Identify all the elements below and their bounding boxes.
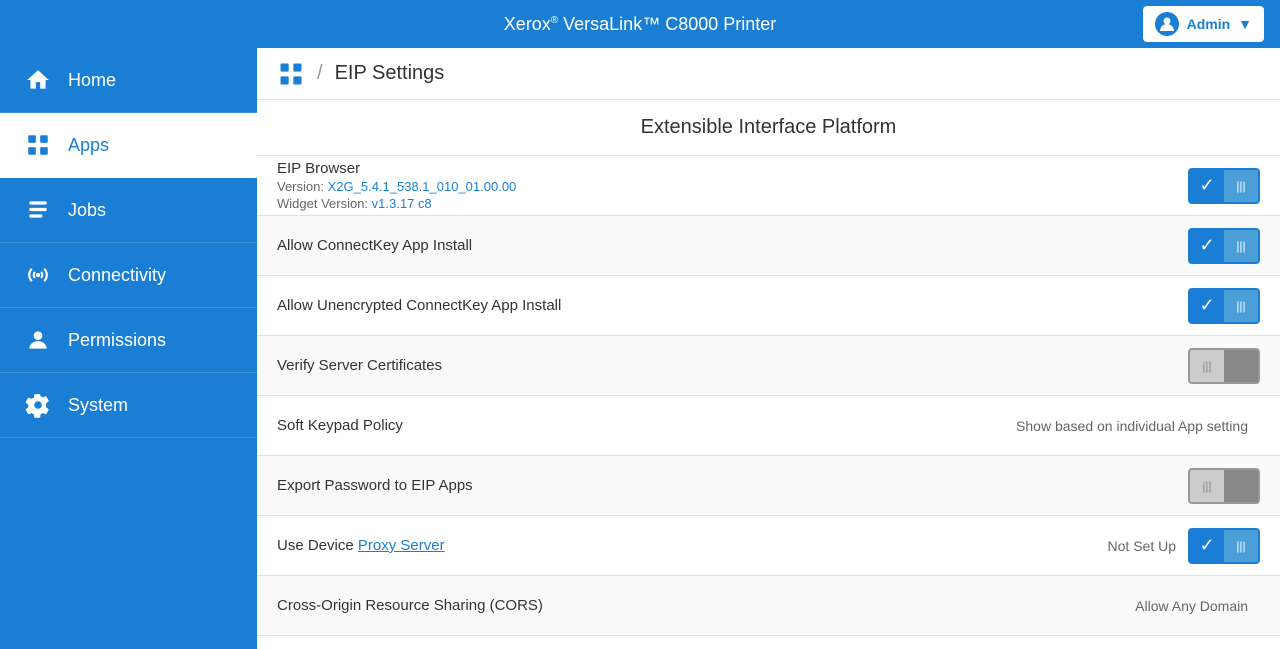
proxy-server-link[interactable]: Proxy Server (358, 537, 445, 554)
chevron-down-icon: ▼ (1238, 16, 1252, 32)
sidebar-label-jobs: Jobs (68, 200, 106, 221)
sidebar-label-permissions: Permissions (68, 330, 166, 351)
setting-row-allow-connectkey: Allow ConnectKey App Install ✓ ||| (257, 216, 1280, 276)
allow-connectkey-label: Allow ConnectKey App Install (277, 237, 1188, 254)
setting-row-export-password: Export Password to EIP Apps ||| (257, 456, 1280, 516)
allow-unencrypted-toggle[interactable]: ✓ ||| (1188, 288, 1260, 324)
sidebar-item-permissions[interactable]: Permissions (0, 308, 257, 373)
sidebar-label-home: Home (68, 70, 116, 91)
setting-row-cors: Cross-Origin Resource Sharing (CORS) All… (257, 576, 1280, 636)
cors-label: Cross-Origin Resource Sharing (CORS) (277, 597, 1135, 614)
verify-server-toggle[interactable]: ||| (1188, 348, 1260, 384)
breadcrumb-separator: / (317, 62, 323, 85)
allow-unencrypted-label: Allow Unencrypted ConnectKey App Install (277, 297, 1188, 314)
permissions-icon (24, 326, 52, 354)
export-password-toggle[interactable]: ||| (1188, 468, 1260, 504)
admin-label: Admin (1187, 16, 1231, 32)
system-icon (24, 391, 52, 419)
connectivity-icon (24, 261, 52, 289)
eip-browser-label: EIP Browser Version: X2G_5.4.1_538.1_010… (277, 160, 1188, 211)
sidebar-label-apps: Apps (68, 135, 109, 156)
export-password-label: Export Password to EIP Apps (277, 477, 1188, 494)
jobs-icon (24, 196, 52, 224)
admin-button[interactable]: Admin ▼ (1143, 6, 1264, 42)
verify-server-label: Verify Server Certificates (277, 357, 1188, 374)
settings-list: EIP Browser Version: X2G_5.4.1_538.1_010… (257, 156, 1280, 649)
setting-row-soft-keypad: Soft Keypad Policy Show based on individ… (257, 396, 1280, 456)
allow-connectkey-toggle[interactable]: ✓ ||| (1188, 228, 1260, 264)
sidebar-item-connectivity[interactable]: Connectivity (0, 243, 257, 308)
proxy-server-info: Not Set Up (1108, 538, 1176, 554)
soft-keypad-label: Soft Keypad Policy (277, 417, 1016, 434)
main-content: / EIP Settings Extensible Interface Plat… (257, 48, 1280, 649)
breadcrumb-title: EIP Settings (335, 62, 445, 85)
admin-avatar-icon (1155, 12, 1179, 36)
app-title: Xerox® VersaLink™ C8000 Printer (504, 14, 777, 35)
breadcrumb: / EIP Settings (257, 48, 1280, 100)
setting-row-proxy-server: Use Device Proxy Server Not Set Up ✓ ||| (257, 516, 1280, 576)
breadcrumb-apps-icon (277, 60, 305, 88)
page-content: Extensible Interface Platform EIP Browse… (257, 100, 1280, 649)
sidebar: Home Apps Jobs (0, 48, 257, 649)
apps-icon (24, 131, 52, 159)
home-icon (24, 66, 52, 94)
soft-keypad-info: Show based on individual App setting (1016, 418, 1248, 434)
sidebar-item-home[interactable]: Home (0, 48, 257, 113)
body-layout: Home Apps Jobs (0, 48, 1280, 649)
sidebar-item-jobs[interactable]: Jobs (0, 178, 257, 243)
sidebar-item-system[interactable]: System (0, 373, 257, 438)
sidebar-label-connectivity: Connectivity (68, 265, 166, 286)
setting-row-eip-browser: EIP Browser Version: X2G_5.4.1_538.1_010… (257, 156, 1280, 216)
sidebar-label-system: System (68, 395, 128, 416)
proxy-server-toggle[interactable]: ✓ ||| (1188, 528, 1260, 564)
cors-info: Allow Any Domain (1135, 598, 1248, 614)
proxy-server-label: Use Device Proxy Server (277, 537, 1108, 554)
setting-row-verify-server: Verify Server Certificates ||| (257, 336, 1280, 396)
setting-row-eip-web-services: EIP Web Services (257, 636, 1280, 649)
sidebar-item-apps[interactable]: Apps (0, 113, 257, 178)
eip-browser-toggle[interactable]: ✓ ||| (1188, 168, 1260, 204)
app-header: Xerox® VersaLink™ C8000 Printer Admin ▼ (0, 0, 1280, 48)
page-section-title: Extensible Interface Platform (257, 100, 1280, 156)
setting-row-allow-unencrypted: Allow Unencrypted ConnectKey App Install… (257, 276, 1280, 336)
